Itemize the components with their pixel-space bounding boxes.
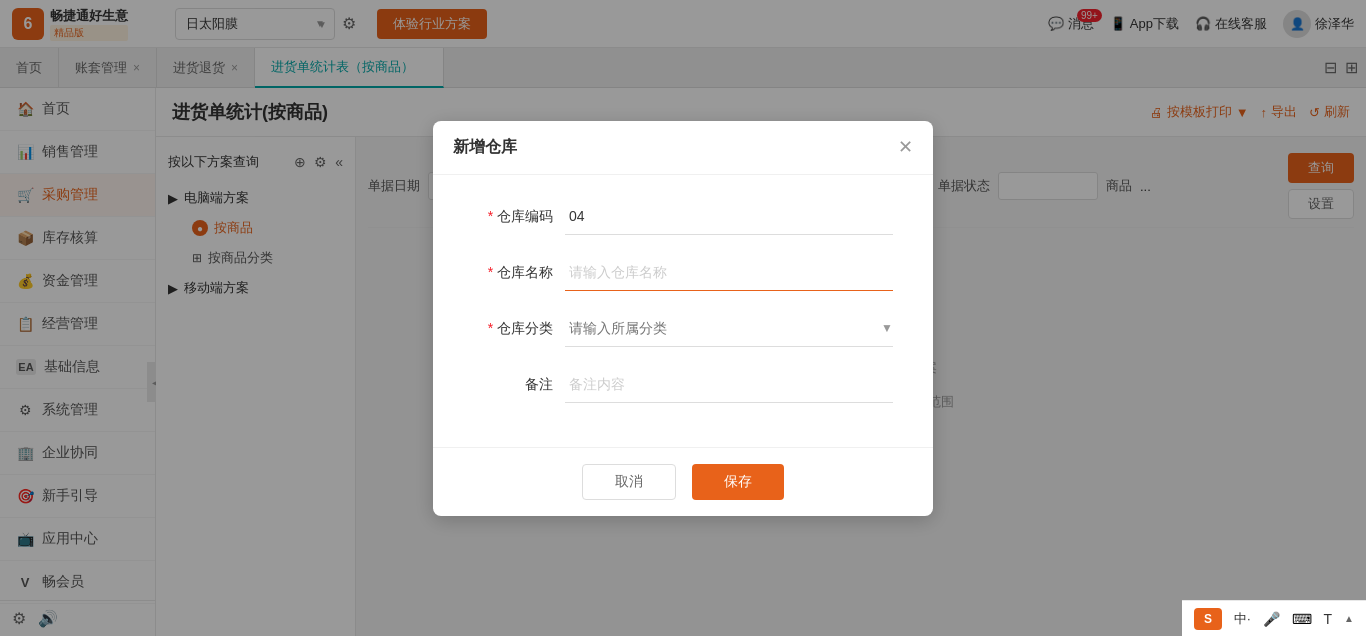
- form-row-code: 仓库编码: [473, 199, 893, 235]
- bottom-right-bar: S 中· 🎤 ⌨ T ▲: [1182, 600, 1366, 636]
- modal-header: 新增仓库 ✕: [433, 121, 933, 175]
- modal-footer: 取消 保存: [433, 447, 933, 516]
- modal-close-button[interactable]: ✕: [898, 138, 913, 156]
- modal-title: 新增仓库: [453, 137, 517, 158]
- form-row-name: 仓库名称: [473, 255, 893, 291]
- modal-new-warehouse: 新增仓库 ✕ 仓库编码 仓库名称 仓库分类 ▼: [433, 121, 933, 516]
- cancel-button[interactable]: 取消: [582, 464, 676, 500]
- category-label: 仓库分类: [473, 320, 553, 338]
- save-button[interactable]: 保存: [692, 464, 784, 500]
- category-chevron-icon: ▼: [881, 321, 893, 335]
- code-input[interactable]: [565, 199, 893, 235]
- form-row-category: 仓库分类 ▼: [473, 311, 893, 347]
- s-logo: S: [1194, 608, 1222, 630]
- code-label: 仓库编码: [473, 208, 553, 226]
- category-input[interactable]: [565, 311, 881, 346]
- lang-icon[interactable]: T: [1324, 611, 1333, 627]
- china-label: 中·: [1234, 610, 1251, 628]
- name-label: 仓库名称: [473, 264, 553, 282]
- more-icon[interactable]: ▲: [1344, 613, 1354, 624]
- modal-overlay[interactable]: 新增仓库 ✕ 仓库编码 仓库名称 仓库分类 ▼: [0, 0, 1366, 636]
- modal-body: 仓库编码 仓库名称 仓库分类 ▼ 备注: [433, 175, 933, 447]
- category-select-wrap[interactable]: ▼: [565, 311, 893, 347]
- remark-input[interactable]: [565, 367, 893, 403]
- name-input[interactable]: [565, 255, 893, 291]
- mic-icon[interactable]: 🎤: [1263, 611, 1280, 627]
- remark-label: 备注: [473, 376, 553, 394]
- keyboard-icon[interactable]: ⌨: [1292, 611, 1312, 627]
- form-row-remark: 备注: [473, 367, 893, 403]
